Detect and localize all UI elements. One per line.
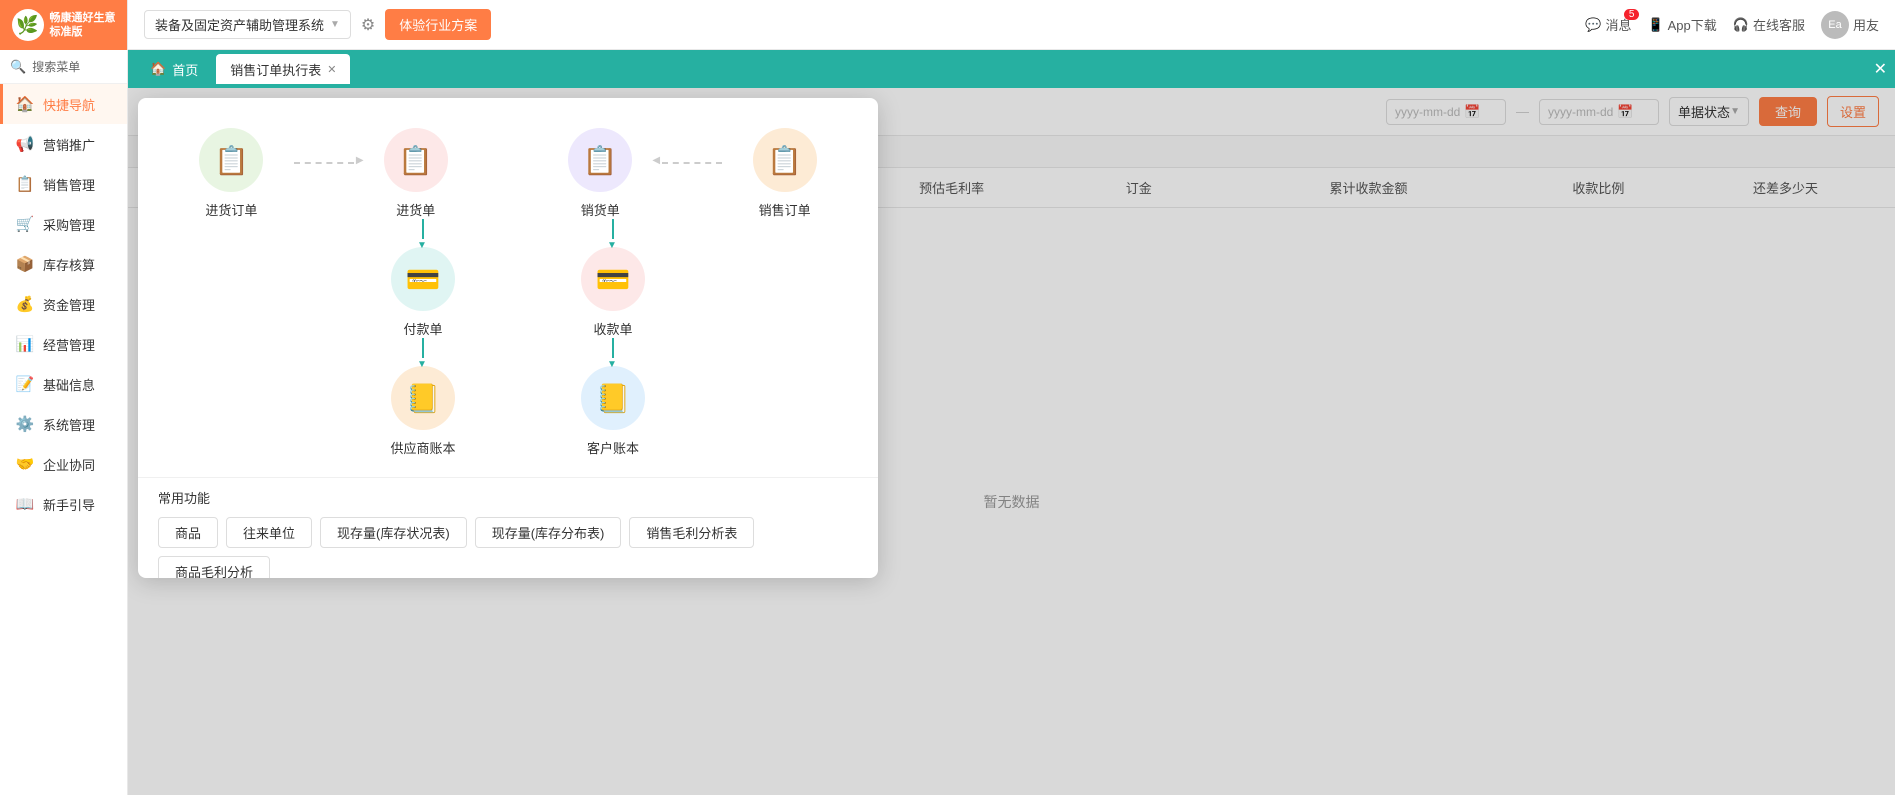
sidebar-item-basic-info[interactable]: 📝 基础信息 [0,364,127,404]
sidebar-item-purchase[interactable]: 🛒 采购管理 [0,204,127,244]
sidebar-item-quick-nav[interactable]: 🏠 快捷导航 [0,84,127,124]
func-btns-row1: 商品 往来单位 现存量(库存状况表) 现存量(库存分布表) 销售毛利分析表 商品… [158,517,858,578]
service-icon: 🎧 [1733,17,1749,33]
supplier-ledger-node[interactable]: 📒 供应商账本 [368,366,478,457]
chevron-down-icon: ▼ [330,19,340,30]
sidebar-item-sales[interactable]: 📋 销售管理 [0,164,127,204]
collection-bill-circle: 💳 [581,247,645,311]
message-btn[interactable]: 💬 消息 5 [1585,15,1631,34]
sidebar-item-cooperation[interactable]: 🤝 企业协同 [0,444,127,484]
sidebar-item-inventory[interactable]: 📦 库存核算 [0,244,127,284]
collection-bill-node[interactable]: 💳 收款单 [558,247,668,338]
download-icon: 📱 [1647,17,1663,33]
content-area: ❓ 帮助 🖨 按模板打印 ▼ ⬆ 导出 🔄 刷新 yyyy-mm-dd 📅 — [128,88,1895,795]
tab-sales-order-exec[interactable]: 销售订单执行表 ✕ [216,54,350,84]
home-tab-icon: 🏠 [150,61,166,77]
collection-bill-icon: 💳 [596,263,631,296]
sales-bill-node[interactable]: 📋 销货单 [547,128,654,219]
sales-order-node[interactable]: 📋 销售订单 [731,128,838,219]
message-icon: 💬 [1585,17,1601,33]
sidebar-logo: 🌿 畅康通好生意 标准版 [0,0,127,50]
logo-icon: 🌿 [12,9,44,41]
payment-bill-circle: 💳 [391,247,455,311]
newbie-icon: 📖 [15,494,35,514]
search-menu[interactable]: 🔍 搜索菜单 [0,50,127,84]
purchase-bill-icon: 📋 [398,144,433,177]
func-btn-inventory-dist[interactable]: 现存量(库存分布表) [475,517,622,548]
sidebar-item-system[interactable]: ⚙️ 系统管理 [0,404,127,444]
arrow-down-sales-icon: ▼ [607,240,617,251]
settings-gear-icon[interactable]: ⚙ [361,15,375,35]
tab-home[interactable]: 🏠 首页 [136,54,212,84]
user-area[interactable]: Ea 用友 [1821,11,1879,39]
purchase-bill-circle: 📋 [384,128,448,192]
sales-bill-icon: 📋 [583,144,618,177]
marketing-icon: 📢 [15,134,35,154]
inventory-icon: 📦 [15,254,35,274]
purchase-order-icon: 📋 [214,144,249,177]
supplier-ledger-icon: 📒 [406,382,441,415]
arrow-down-purchase: ▼ [368,219,478,239]
arrow-down-icon: ▼ [417,240,427,251]
purchase-order-node[interactable]: 📋 进货订单 [178,128,285,219]
sales-order-icon: 📋 [767,144,802,177]
operation-icon: 📊 [15,334,35,354]
system-selector[interactable]: 装备及固定资产辅助管理系统 ▼ [144,10,351,39]
arrow-down-sales-bill: ▼ [558,219,668,239]
topbar-right: 💬 消息 5 📱 App下载 🎧 在线客服 Ea 用友 [1585,11,1879,39]
experience-btn[interactable]: 体验行业方案 [385,9,491,40]
payment-bill-icon: 💳 [406,263,441,296]
arrow-purchase-to-bill [285,162,363,186]
customer-ledger-circle: 📒 [581,366,645,430]
system-icon: ⚙️ [15,414,35,434]
app-download-btn[interactable]: 📱 App下载 [1647,15,1716,34]
func-btn-product-profit[interactable]: 商品毛利分析 [158,556,270,578]
customer-ledger-icon: 📒 [596,382,631,415]
search-icon: 🔍 [10,59,26,75]
topbar: 装备及固定资产辅助管理系统 ▼ ⚙ 体验行业方案 💬 消息 5 📱 App下载 … [128,0,1895,50]
sidebar-item-operation[interactable]: 📊 经营管理 [0,324,127,364]
arrow-down-collection: ▼ [558,338,668,358]
sidebar-item-newbie[interactable]: 📖 新手引导 [0,484,127,524]
main-area: 装备及固定资产辅助管理系统 ▼ ⚙ 体验行业方案 💬 消息 5 📱 App下载 … [128,0,1895,795]
arrow-sales-bill-to-order [654,162,732,186]
sidebar-item-marketing[interactable]: 📢 营销推广 [0,124,127,164]
supplier-ledger-circle: 📒 [391,366,455,430]
cooperation-icon: 🤝 [15,454,35,474]
logo-text: 畅康通好生意 标准版 [50,11,116,40]
func-btn-product[interactable]: 商品 [158,517,218,548]
common-funcs: 常用功能 商品 往来单位 现存量(库存状况表) 现存量(库存分布表) 销售毛利分… [138,477,878,578]
tabbar: 🏠 首页 销售订单执行表 ✕ ✕ [128,50,1895,88]
sidebar-item-finance[interactable]: 💰 资金管理 [0,284,127,324]
purchase-order-circle: 📋 [199,128,263,192]
sidebar: 🌿 畅康通好生意 标准版 🔍 搜索菜单 🏠 快捷导航 📢 营销推广 📋 销售管理… [0,0,128,795]
customer-ledger-node[interactable]: 📒 客户账本 [558,366,668,457]
avatar: Ea [1821,11,1849,39]
arrow-down-payment: ▼ [368,338,478,358]
purchase-bill-node[interactable]: 📋 进货单 [362,128,469,219]
workflow-diagram: 📋 进货订单 📋 进货单 [138,98,878,477]
workflow-modal: 📋 进货订单 📋 进货单 [138,98,878,578]
sales-icon: 📋 [15,174,35,194]
sales-bill-circle: 📋 [568,128,632,192]
modal-overlay: 📋 进货订单 📋 进货单 [128,88,1895,795]
func-btn-partner[interactable]: 往来单位 [226,517,312,548]
sales-order-circle: 📋 [753,128,817,192]
finance-icon: 💰 [15,294,35,314]
payment-bill-node[interactable]: 💳 付款单 [368,247,478,338]
home-icon: 🏠 [15,94,35,114]
func-btn-inventory-status[interactable]: 现存量(库存状况表) [320,517,467,548]
basic-info-icon: 📝 [15,374,35,394]
tab-close-icon[interactable]: ✕ [327,63,336,76]
online-service-btn[interactable]: 🎧 在线客服 [1733,15,1805,34]
close-all-tabs-btn[interactable]: ✕ [1874,59,1887,79]
message-badge: 5 [1624,9,1640,20]
purchase-icon: 🛒 [15,214,35,234]
func-btn-sales-profit[interactable]: 销售毛利分析表 [629,517,754,548]
